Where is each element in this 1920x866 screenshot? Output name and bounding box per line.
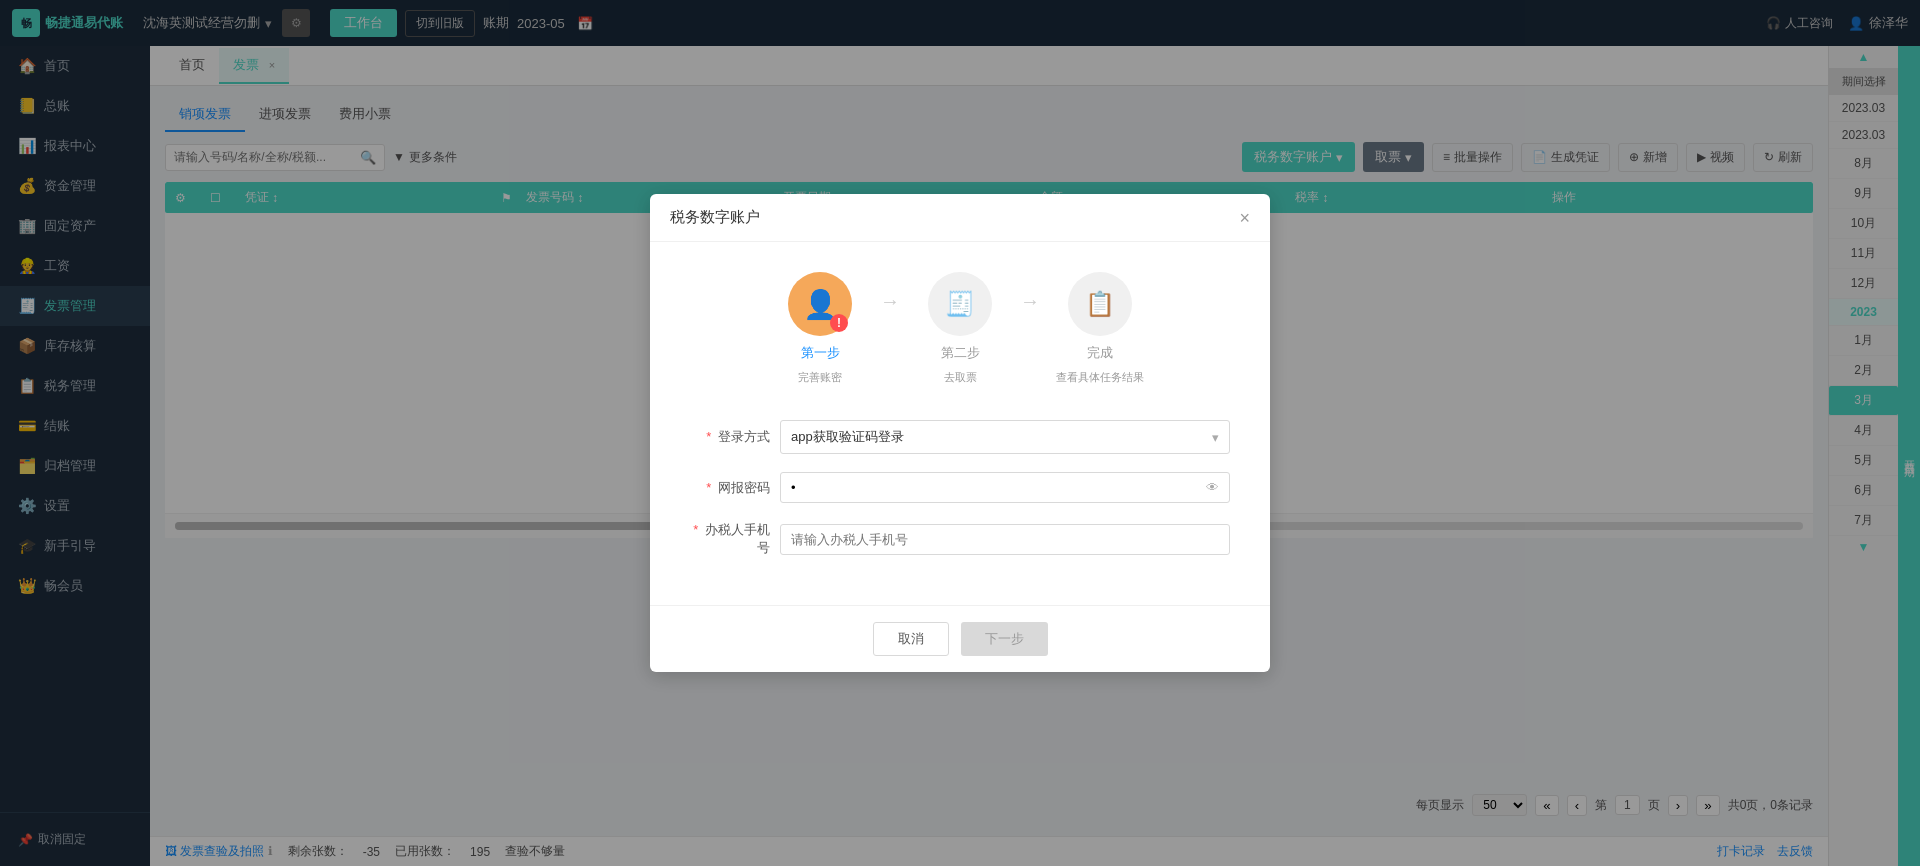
step-2-invoice-icon: 🧾 — [945, 290, 975, 318]
step-3-label: 完成 — [1087, 344, 1113, 362]
form-row-login-method: 登录方式 app获取验证码登录 ▾ — [690, 420, 1230, 454]
password-input[interactable] — [791, 480, 1198, 495]
step-1-error-badge: ! — [830, 314, 848, 332]
eye-icon[interactable]: 👁 — [1206, 480, 1219, 495]
step-3-complete-icon: 📋 — [1085, 290, 1115, 318]
dialog-form: 登录方式 app获取验证码登录 ▾ 网报密码 — [690, 420, 1230, 557]
step-1-desc: 完善账密 — [798, 370, 842, 385]
dialog-body: 👤 ! 第一步 完善账密 → 🧾 第二步 去取票 → — [650, 242, 1270, 605]
phone-label: 办税人手机号 — [690, 521, 780, 557]
step-3-icon: 📋 — [1068, 272, 1132, 336]
login-method-select[interactable]: app获取验证码登录 ▾ — [780, 420, 1230, 454]
dialog-title: 税务数字账户 — [670, 208, 760, 227]
password-input-wrapper: 👁 — [780, 472, 1230, 503]
phone-input[interactable] — [791, 532, 1219, 547]
step-3: 📋 完成 查看具体任务结果 — [1040, 272, 1160, 385]
dialog-overlay: 税务数字账户 × 👤 ! 第一步 完善账密 → — [0, 0, 1920, 866]
form-row-password: 网报密码 👁 — [690, 472, 1230, 503]
login-method-control: app获取验证码登录 ▾ — [780, 420, 1230, 454]
step-arrow-2: → — [1020, 272, 1040, 313]
step-2-label: 第二步 — [941, 344, 980, 362]
step-1-icon: 👤 ! — [788, 272, 852, 336]
step-2-desc: 去取票 — [944, 370, 977, 385]
next-button[interactable]: 下一步 — [961, 622, 1048, 656]
login-method-value: app获取验证码登录 — [791, 428, 904, 446]
step-1-label: 第一步 — [801, 344, 840, 362]
step-2: 🧾 第二步 去取票 — [900, 272, 1020, 385]
cancel-button[interactable]: 取消 — [873, 622, 949, 656]
dialog-footer: 取消 下一步 — [650, 605, 1270, 672]
step-3-desc: 查看具体任务结果 — [1056, 370, 1144, 385]
password-control: 👁 — [780, 472, 1230, 503]
form-row-phone: 办税人手机号 — [690, 521, 1230, 557]
steps-container: 👤 ! 第一步 完善账密 → 🧾 第二步 去取票 → — [690, 272, 1230, 385]
login-method-chevron-icon: ▾ — [1212, 430, 1219, 445]
step-1: 👤 ! 第一步 完善账密 — [760, 272, 880, 385]
phone-control — [780, 524, 1230, 555]
step-2-icon: 🧾 — [928, 272, 992, 336]
tax-digital-dialog: 税务数字账户 × 👤 ! 第一步 完善账密 → — [650, 194, 1270, 672]
password-label: 网报密码 — [690, 479, 780, 497]
login-method-label: 登录方式 — [690, 428, 780, 446]
dialog-close-button[interactable]: × — [1239, 209, 1250, 227]
step-arrow-1: → — [880, 272, 900, 313]
phone-input-wrapper — [780, 524, 1230, 555]
dialog-header: 税务数字账户 × — [650, 194, 1270, 242]
